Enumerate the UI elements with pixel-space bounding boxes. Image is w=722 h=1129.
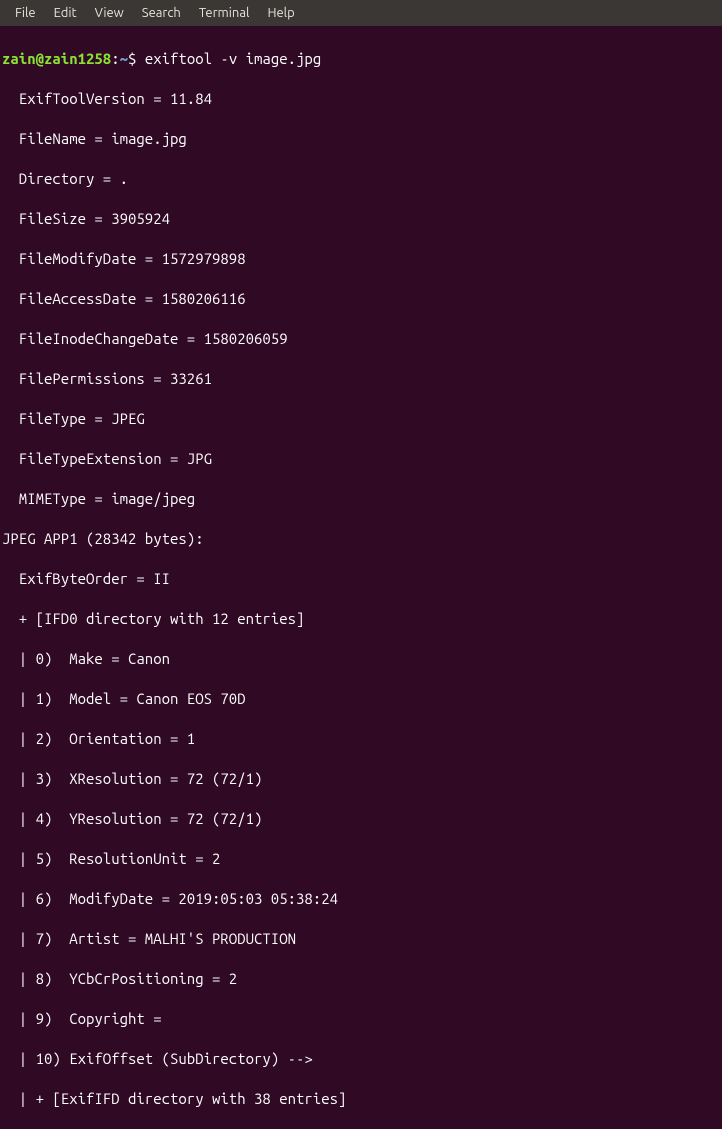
output-line: + [IFD0 directory with 12 entries] [2,609,720,629]
prompt-dollar: $ [128,50,145,67]
output-line: ExifToolVersion = 11.84 [2,89,720,109]
menu-view[interactable]: View [86,3,133,23]
output-line: FileType = JPEG [2,409,720,429]
prompt-path: ~ [120,50,128,67]
prompt-line: zain@zain1258:~$ exiftool -v image.jpg [2,49,720,69]
output-line: | 6) ModifyDate = 2019:05:03 05:38:24 [2,889,720,909]
output-line: FileName = image.jpg [2,129,720,149]
output-line: MIMEType = image/jpeg [2,489,720,509]
menu-edit[interactable]: Edit [45,3,86,23]
output-line: FileTypeExtension = JPG [2,449,720,469]
output-line: | 0) Make = Canon [2,649,720,669]
output-line: | 3) XResolution = 72 (72/1) [2,769,720,789]
prompt-userhost: zain@zain1258 [2,50,111,67]
output-line: ExifByteOrder = II [2,569,720,589]
output-line: | + [ExifIFD directory with 38 entries] [2,1089,720,1109]
menu-search[interactable]: Search [133,3,190,23]
output-line: | 1) Model = Canon EOS 70D [2,689,720,709]
output-line: | 7) Artist = MALHI'S PRODUCTION [2,929,720,949]
output-line: | 10) ExifOffset (SubDirectory) --> [2,1049,720,1069]
output-line: FileSize = 3905924 [2,209,720,229]
output-line: FilePermissions = 33261 [2,369,720,389]
terminal-area[interactable]: zain@zain1258:~$ exiftool -v image.jpg E… [0,26,722,1129]
command-text: exiftool -v image.jpg [145,50,321,67]
prompt-colon: : [111,50,119,67]
output-line: FileInodeChangeDate = 1580206059 [2,329,720,349]
output-line: | 2) Orientation = 1 [2,729,720,749]
output-line: FileModifyDate = 1572979898 [2,249,720,269]
output-line: | 5) ResolutionUnit = 2 [2,849,720,869]
output-line: | 8) YCbCrPositioning = 2 [2,969,720,989]
menu-file[interactable]: File [6,3,45,23]
menu-terminal[interactable]: Terminal [190,3,259,23]
menubar: File Edit View Search Terminal Help [0,0,722,26]
menu-help[interactable]: Help [258,3,303,23]
output-line: | 9) Copyright = [2,1009,720,1029]
output-line: | 4) YResolution = 72 (72/1) [2,809,720,829]
output-line: FileAccessDate = 1580206116 [2,289,720,309]
output-line: JPEG APP1 (28342 bytes): [2,529,720,549]
output-line: Directory = . [2,169,720,189]
